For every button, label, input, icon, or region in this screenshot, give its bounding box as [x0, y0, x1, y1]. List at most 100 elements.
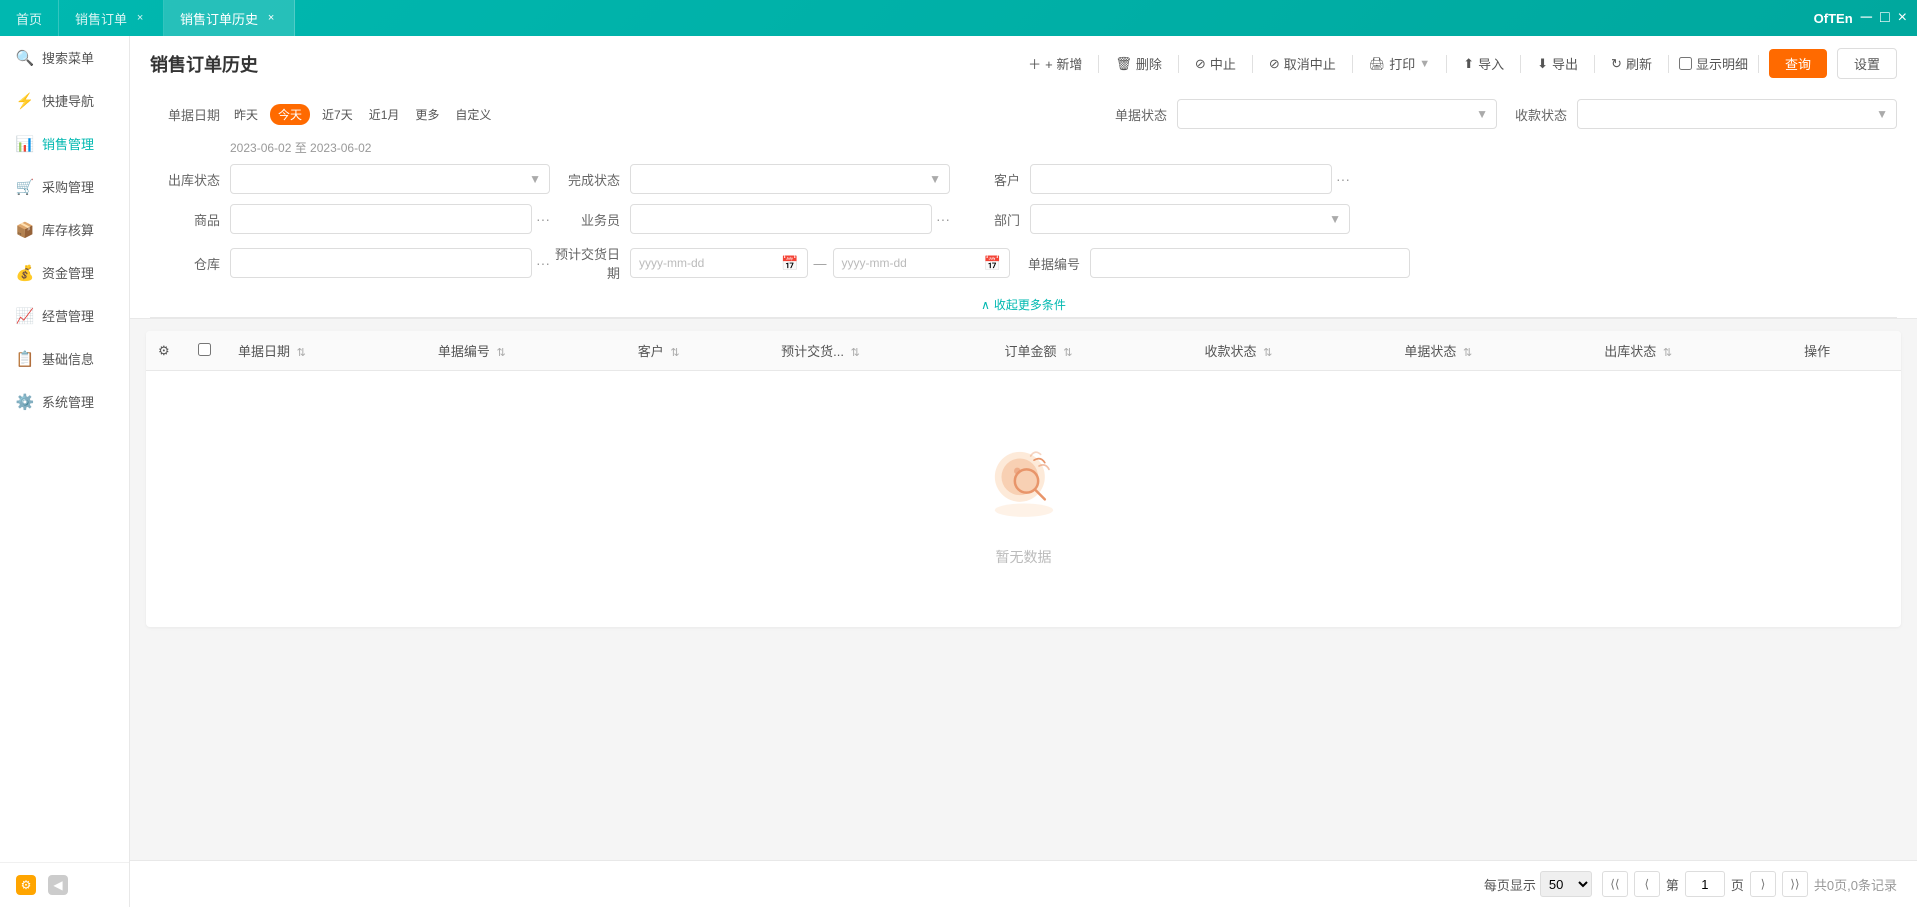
- refresh-button[interactable]: ↻ 刷新: [1605, 50, 1658, 77]
- page-next-btn[interactable]: ⟩: [1750, 871, 1776, 897]
- th-bill-no[interactable]: 单据编号 ⇅: [426, 331, 626, 371]
- refresh-label: 刷新: [1626, 54, 1652, 73]
- th-receipt-status[interactable]: 收款状态 ⇅: [1192, 331, 1392, 371]
- collapse-row[interactable]: ∧ 收起更多条件: [150, 292, 1897, 317]
- product-input[interactable]: [230, 204, 532, 234]
- cancel-stop-button[interactable]: ⊘ 取消中止: [1263, 50, 1342, 77]
- purchase-mgmt-icon: 🛒: [16, 178, 34, 196]
- department-select[interactable]: ▼: [1030, 204, 1350, 234]
- page-first-btn[interactable]: ⟨⟨: [1602, 871, 1628, 897]
- export-button[interactable]: ⬇ 导出: [1531, 50, 1584, 77]
- window-maximize-icon[interactable]: □: [1880, 9, 1890, 27]
- sidebar-item-basic-info[interactable]: 📋 基础信息: [0, 337, 129, 380]
- th-customer[interactable]: 客户 ⇅: [626, 331, 769, 371]
- salesperson-label: 业务员: [550, 210, 630, 229]
- sidebar-item-operations[interactable]: 📈 经营管理: [0, 294, 129, 337]
- select-all-checkbox[interactable]: [198, 343, 211, 356]
- th-amount[interactable]: 订单金额 ⇅: [993, 331, 1193, 371]
- date-btn-7days[interactable]: 近7天: [318, 104, 357, 125]
- tab-sales-order[interactable]: 销售订单 ×: [59, 0, 164, 36]
- display-detail-checkbox[interactable]: 显示明细: [1679, 54, 1748, 73]
- th-out-status[interactable]: 出库状态 ⇅: [1592, 331, 1792, 371]
- toolbar-divider-8: [1668, 55, 1669, 73]
- toolbar-divider-5: [1446, 55, 1447, 73]
- window-close-icon[interactable]: ×: [1898, 9, 1907, 27]
- sidebar-item-sales-mgmt[interactable]: 📊 销售管理: [0, 122, 129, 165]
- page-prev-btn[interactable]: ⟨: [1634, 871, 1660, 897]
- th-delivery[interactable]: 预计交货... ⇅: [769, 331, 992, 371]
- calendar-start-icon: 📅: [781, 255, 798, 272]
- th-bill-status[interactable]: 单据状态 ⇅: [1392, 331, 1592, 371]
- delete-button[interactable]: 🗑 删除: [1109, 50, 1168, 77]
- salesperson-dots[interactable]: ···: [936, 211, 950, 227]
- sort-delivery-icon: ⇅: [851, 347, 860, 359]
- tab-sales-order-history-close[interactable]: ×: [264, 11, 278, 25]
- sidebar-item-finance[interactable]: 💰 资金管理: [0, 251, 129, 294]
- out-status-select[interactable]: ▼: [230, 164, 550, 194]
- th-customer-label: 客户: [638, 344, 664, 359]
- date-range-text: 2023-06-02 至 2023-06-02: [230, 139, 371, 156]
- sidebar-item-purchase-mgmt-label: 采购管理: [42, 177, 94, 196]
- receipt-status-select[interactable]: ▼: [1577, 99, 1897, 129]
- tab-home[interactable]: 首页: [0, 0, 59, 36]
- sidebar-bottom-toggle-icon[interactable]: ◀: [48, 875, 68, 895]
- page-size-dropdown[interactable]: 10 20 50 100: [1540, 871, 1592, 897]
- page-last-btn[interactable]: ⟩⟩: [1782, 871, 1808, 897]
- bill-no-input[interactable]: [1090, 248, 1410, 278]
- th-date[interactable]: 单据日期 ⇅: [226, 331, 426, 371]
- product-label: 商品: [150, 210, 230, 229]
- sidebar-item-purchase-mgmt[interactable]: 🛒 采购管理: [0, 165, 129, 208]
- collapse-text: 收起更多条件: [994, 296, 1066, 313]
- display-detail-input[interactable]: [1679, 57, 1692, 70]
- window-minimize-icon[interactable]: ─: [1861, 9, 1872, 27]
- new-button[interactable]: ＋ + 新增: [1022, 50, 1088, 77]
- warehouse-dots[interactable]: ···: [536, 255, 550, 271]
- sidebar-item-search-menu[interactable]: 🔍 搜索菜单: [0, 36, 129, 79]
- sidebar-item-system[interactable]: ⚙️ 系统管理: [0, 380, 129, 423]
- sort-out-status-icon: ⇅: [1663, 347, 1672, 359]
- stop-button[interactable]: ⊘ 中止: [1189, 50, 1242, 77]
- th-bill-no-label: 单据编号: [438, 344, 490, 359]
- stop-icon: ⊘: [1195, 56, 1206, 72]
- customer-dots[interactable]: ···: [1336, 171, 1350, 187]
- delivery-date-end[interactable]: yyyy-mm-dd 📅: [833, 248, 1011, 278]
- cancel-stop-label: 取消中止: [1284, 54, 1336, 73]
- content-area: 销售订单历史 ＋ + 新增 🗑 删除 ⊘ 中止: [130, 36, 1917, 907]
- date-btn-more[interactable]: 更多: [411, 104, 443, 125]
- out-status-label: 出库状态: [150, 170, 230, 189]
- empty-state-cell: 暂无数据: [146, 371, 1901, 628]
- system-icon: ⚙️: [16, 393, 34, 411]
- tab-sales-order-close[interactable]: ×: [133, 11, 147, 25]
- delivery-date-end-placeholder: yyyy-mm-dd: [842, 256, 907, 270]
- customer-input[interactable]: [1030, 164, 1332, 194]
- date-btn-1month[interactable]: 近1月: [365, 104, 404, 125]
- th-settings[interactable]: ⚙: [146, 331, 186, 371]
- salesperson-input[interactable]: [630, 204, 932, 234]
- operations-icon: 📈: [16, 307, 34, 325]
- sidebar-item-system-label: 系统管理: [42, 392, 94, 411]
- complete-status-select[interactable]: ▼: [630, 164, 950, 194]
- sidebar-item-quick-nav[interactable]: ⚡ 快捷导航: [0, 79, 129, 122]
- total-text: 共0页,0条记录: [1814, 875, 1897, 894]
- warehouse-input[interactable]: [230, 248, 532, 278]
- sidebar-item-inventory[interactable]: 📦 库存核算: [0, 208, 129, 251]
- date-btn-today[interactable]: 今天: [270, 104, 310, 125]
- sort-receipt-icon: ⇅: [1263, 347, 1272, 359]
- settings-button[interactable]: 设置: [1837, 48, 1897, 79]
- print-button[interactable]: 🖨 打印 ▼: [1363, 50, 1436, 77]
- date-btn-custom[interactable]: 自定义: [451, 104, 495, 125]
- query-button[interactable]: 查询: [1769, 49, 1827, 78]
- import-button[interactable]: ⬆ 导入: [1457, 50, 1510, 77]
- tab-sales-order-history[interactable]: 销售订单历史 ×: [164, 0, 295, 36]
- th-checkbox[interactable]: [186, 331, 226, 371]
- bill-status-label: 单据状态: [1097, 105, 1177, 124]
- date-btn-yesterday[interactable]: 昨天: [230, 104, 262, 125]
- filter-row-2: 出库状态 ▼ 完成状态 ▼ 客户: [150, 164, 1897, 194]
- product-dots[interactable]: ···: [536, 211, 550, 227]
- bill-status-select[interactable]: ▼: [1177, 99, 1497, 129]
- department-dropdown-icon: ▼: [1329, 212, 1341, 226]
- sidebar-bottom-settings-icon[interactable]: ⚙: [16, 875, 36, 895]
- page-number-input[interactable]: [1685, 871, 1725, 897]
- bill-no-label: 单据编号: [1010, 254, 1090, 273]
- delivery-date-start[interactable]: yyyy-mm-dd 📅: [630, 248, 808, 278]
